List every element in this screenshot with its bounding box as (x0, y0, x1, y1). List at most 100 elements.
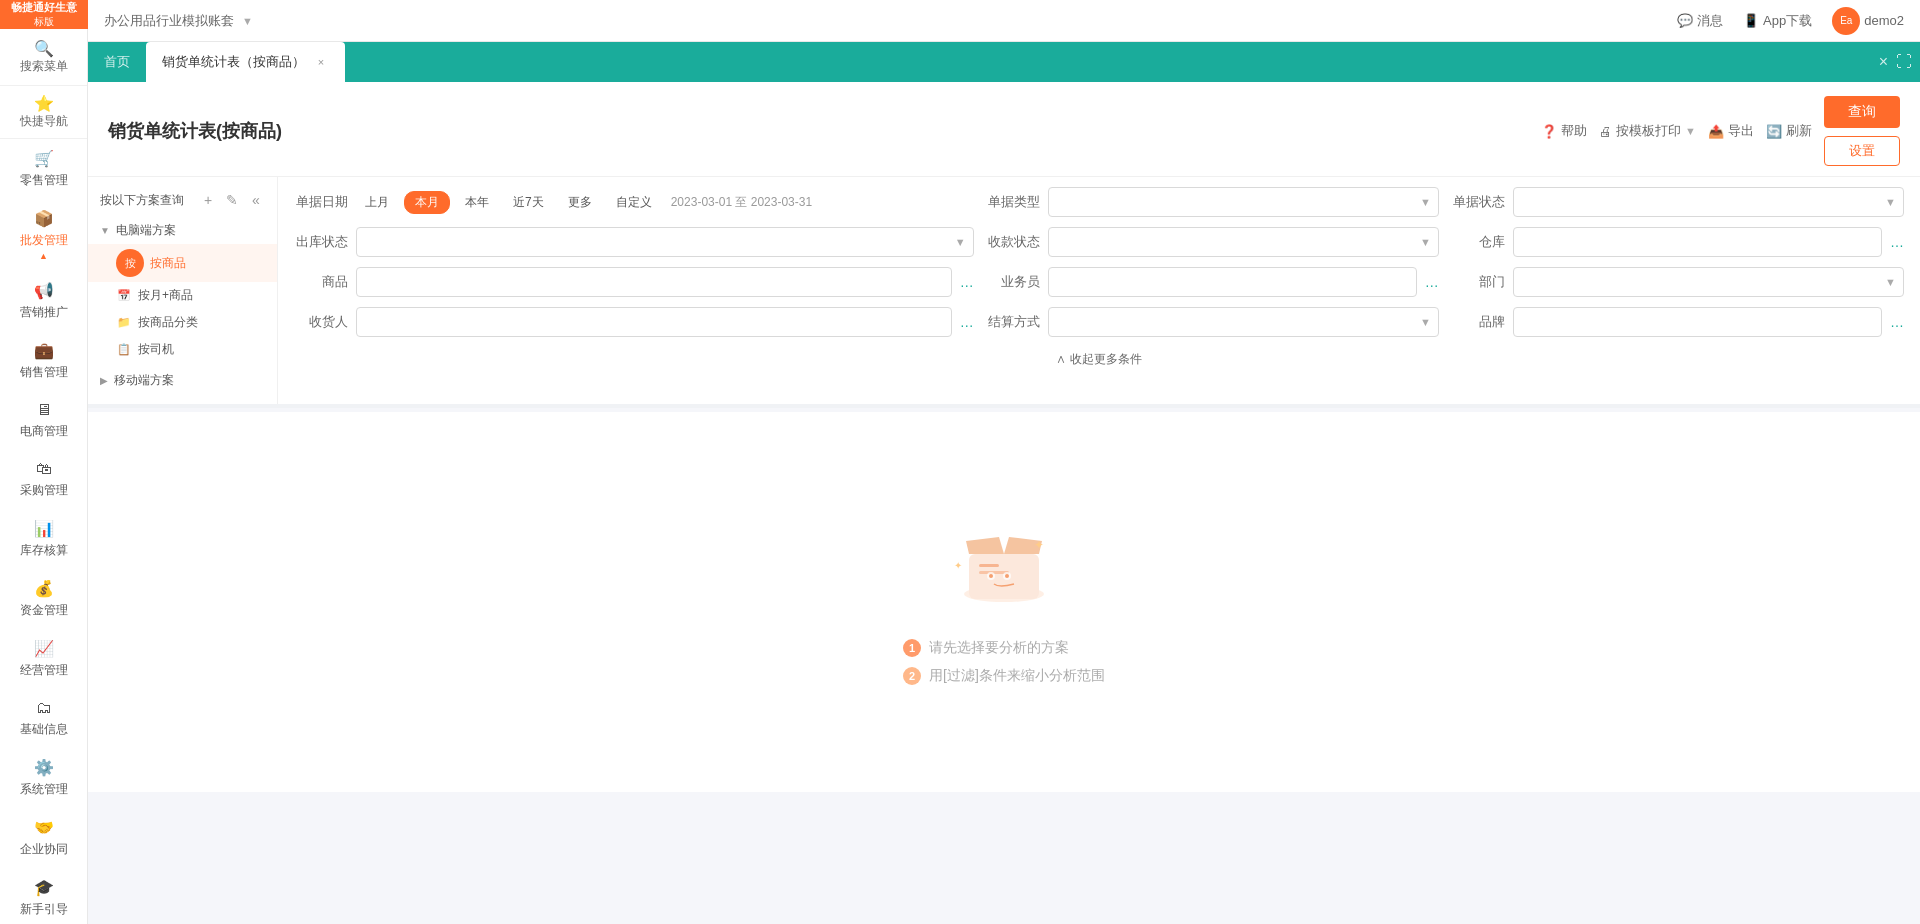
scheme-item-goods[interactable]: 按 按商品 (88, 244, 277, 282)
receiver-input[interactable] (356, 307, 952, 337)
nav-label: 快捷导航 (0, 113, 87, 130)
status-select-wrap: 已生效 ▼ (1513, 187, 1904, 217)
collapse-btn[interactable]: ∧ 收起更多条件 (1056, 351, 1141, 368)
tab-active-label: 销货单统计表（按商品） (162, 53, 305, 71)
outstock-input[interactable]: 已出库 (356, 227, 974, 257)
print-btn[interactable]: 🖨 按模板打印 ▼ (1599, 122, 1696, 140)
svg-point-9 (1005, 574, 1009, 578)
help-label: 帮助 (1561, 122, 1587, 140)
tab-home[interactable]: 首页 (88, 42, 146, 82)
scheme-group-mobile: ▶ 移动端方案 (88, 365, 277, 396)
filter-row-2: 出库状态 已出库 ▼ 收款状态 ▼ (294, 227, 1904, 257)
empty-hint-2-text: 用[过滤]条件来缩小分析范围 (929, 667, 1105, 685)
sidebar-item-inventory[interactable]: 📊 库存核算 (0, 509, 87, 569)
scheme-item-month-goods[interactable]: 📅 按月+商品 (88, 282, 277, 309)
filter-row-3: 商品 … 业务员 … 部门 (294, 267, 1904, 297)
sidebar-item-basic[interactable]: 🗂 基础信息 (0, 689, 87, 748)
staff-dots[interactable]: … (1425, 274, 1439, 290)
username: demo2 (1864, 13, 1904, 28)
svg-text:✦: ✦ (1034, 538, 1044, 552)
type-input[interactable]: 销货单 (1048, 187, 1439, 217)
print-label: 按模板打印 (1616, 122, 1681, 140)
app-download-btn[interactable]: 📱 App下载 (1743, 12, 1812, 30)
sidebar-item-retail[interactable]: 🛒 零售管理 (0, 139, 87, 199)
brand-input[interactable] (1513, 307, 1882, 337)
date-preset-more[interactable]: 更多 (559, 190, 601, 215)
payment-input[interactable] (1048, 227, 1439, 257)
tab-bar: 首页 销货单统计表（按商品） × × ⛶ (88, 42, 1920, 82)
brand-label: 品牌 (1451, 313, 1505, 331)
sidebar-item-finance[interactable]: 💰 资金管理 (0, 569, 87, 629)
sidebar-item-sales[interactable]: 💼 销售管理 (0, 331, 87, 391)
win-max-btn[interactable]: ⛶ (1896, 53, 1912, 71)
sidebar-nav[interactable]: ⭐ 快捷导航 (0, 86, 87, 139)
sidebar-item-marketing-label: 营销推广 (20, 304, 68, 321)
goods-field: 商品 … (294, 267, 974, 297)
scheme-header-actions: + ✎ « (199, 191, 265, 209)
warehouse-dots[interactable]: … (1890, 234, 1904, 250)
staff-input[interactable] (1048, 267, 1417, 297)
tab-home-label: 首页 (104, 53, 130, 71)
date-preset-7days[interactable]: 近7天 (504, 190, 553, 215)
settlement-select-wrap: ▼ (1048, 307, 1439, 337)
filter-row-1: 单据日期 上月 本月 本年 近7天 更多 自定义 2023-03-01 至 20… (294, 187, 1904, 217)
sidebar-item-purchase[interactable]: 🛍 采购管理 (0, 450, 87, 509)
brand-dots[interactable]: … (1890, 314, 1904, 330)
date-preset-year[interactable]: 本年 (456, 190, 498, 215)
warehouse-input[interactable] (1513, 227, 1882, 257)
date-preset-custom[interactable]: 自定义 (607, 190, 661, 215)
scheme-edit-btn[interactable]: ✎ (223, 191, 241, 209)
help-btn[interactable]: ❓ 帮助 (1541, 122, 1587, 140)
tab-close-btn[interactable]: × (313, 54, 329, 70)
date-preset-thismonth[interactable]: 本月 (404, 191, 450, 214)
status-input[interactable]: 已生效 (1513, 187, 1904, 217)
dept-input[interactable] (1513, 267, 1904, 297)
scheme-collapse-btn[interactable]: « (247, 191, 265, 209)
sidebar-item-enterprise[interactable]: 🤝 企业协同 (0, 808, 87, 868)
hint-dot-1: 1 (903, 639, 921, 657)
settings-button[interactable]: 设置 (1824, 136, 1900, 166)
empty-hint-1: 1 请先选择要分析的方案 (903, 639, 1105, 657)
page-actions: ❓ 帮助 🖨 按模板打印 ▼ 📤 导出 🔄 刷新 (1541, 96, 1900, 166)
query-button[interactable]: 查询 (1824, 96, 1900, 128)
export-btn[interactable]: 📤 导出 (1708, 122, 1754, 140)
filter-form: 单据日期 上月 本月 本年 近7天 更多 自定义 2023-03-01 至 20… (278, 177, 1920, 404)
sidebar-search[interactable]: 🔍 搜索菜单 (0, 29, 87, 86)
scheme-add-btn[interactable]: + (199, 191, 217, 209)
goods-dots[interactable]: … (960, 274, 974, 290)
sidebar-item-operation[interactable]: 📈 经营管理 (0, 629, 87, 689)
date-range-display: 2023-03-01 至 2023-03-31 (671, 194, 812, 211)
svg-rect-4 (979, 564, 999, 567)
scheme-group-pc-title[interactable]: ▼ 电脑端方案 (88, 217, 277, 244)
settlement-input[interactable] (1048, 307, 1439, 337)
sidebar-item-wholesale[interactable]: 📦 批发管理 ▲ (0, 199, 87, 271)
user-area[interactable]: Ea demo2 (1832, 7, 1904, 35)
empty-svg: ✦ ✦ (944, 519, 1064, 619)
scheme-item-goods-dot: 按 (116, 249, 144, 277)
goods-input[interactable] (356, 267, 952, 297)
win-close-btn[interactable]: × (1879, 53, 1888, 71)
sidebar-item-newbie[interactable]: 🎓 新手引导 (0, 868, 87, 924)
filter-row-4: 收货人 … 结算方式 ▼ 品牌 (294, 307, 1904, 337)
content-area: 销货单统计表(按商品) ❓ 帮助 🖨 按模板打印 ▼ 📤 导出 (88, 82, 1920, 924)
industry-dropdown-arrow[interactable]: ▼ (242, 15, 253, 27)
empty-state: ✦ ✦ 1 请先选择要分析的方案 2 用[过滤]条件来缩小分析范围 (88, 412, 1920, 792)
status-field: 单据状态 已生效 ▼ (1451, 187, 1904, 217)
scheme-panel: 按以下方案查询 + ✎ « ▼ 电脑端方案 (88, 177, 278, 404)
folder-icon: 📁 (116, 315, 132, 331)
scheme-group-mobile-title[interactable]: ▶ 移动端方案 (88, 367, 277, 394)
sidebar-item-system[interactable]: ⚙️ 系统管理 (0, 748, 87, 808)
sidebar-item-marketing[interactable]: 📢 营销推广 (0, 271, 87, 331)
sidebar-item-ecommerce[interactable]: 🖥 电商管理 (0, 391, 87, 450)
scheme-item-driver[interactable]: 📋 按司机 (88, 336, 277, 363)
receiver-dots[interactable]: … (960, 314, 974, 330)
svg-text:✦: ✦ (954, 560, 962, 571)
sidebar-item-basic-label: 基础信息 (20, 721, 68, 738)
date-preset-lastmonth[interactable]: 上月 (356, 190, 398, 215)
header-left: 办公用品行业模拟账套 ▼ (104, 12, 253, 30)
scheme-item-goods-category[interactable]: 📁 按商品分类 (88, 309, 277, 336)
tab-active[interactable]: 销货单统计表（按商品） × (146, 42, 345, 82)
refresh-btn[interactable]: 🔄 刷新 (1766, 122, 1812, 140)
message-btn[interactable]: 💬 消息 (1677, 12, 1723, 30)
print-dropdown-arrow: ▼ (1685, 125, 1696, 137)
